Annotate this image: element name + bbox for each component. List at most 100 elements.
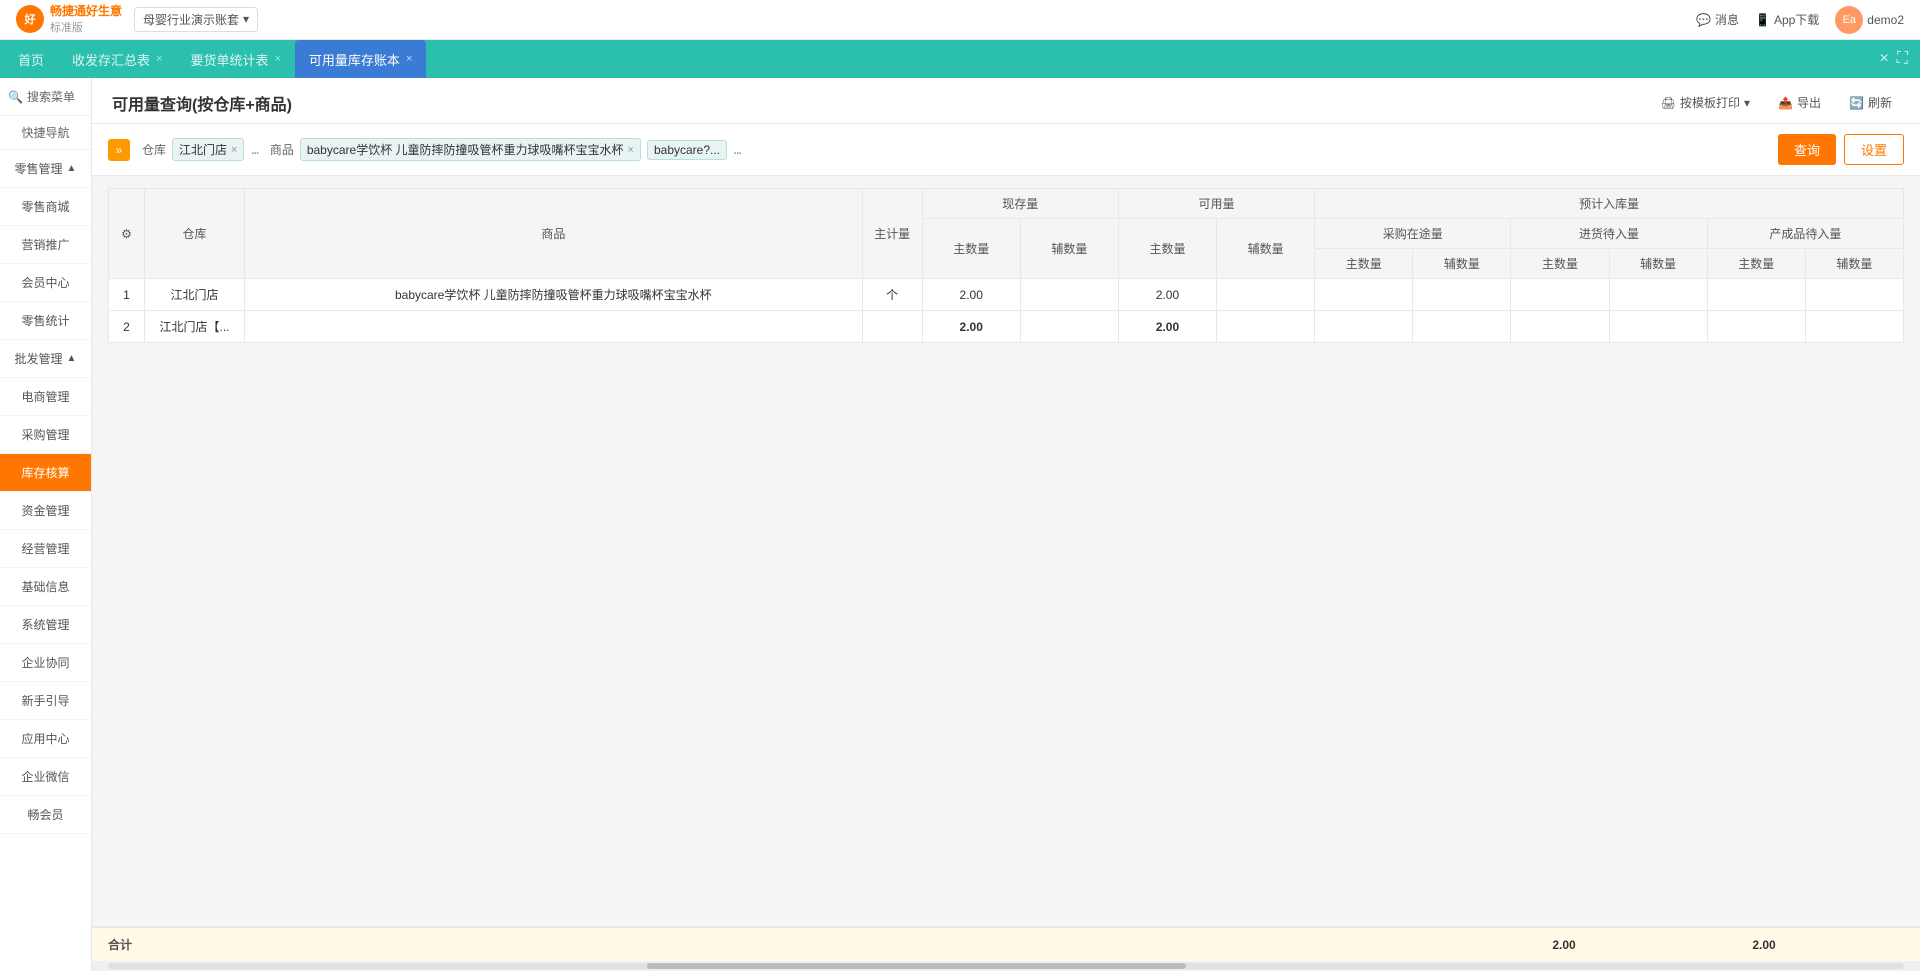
- col-available-main: 主数量: [1118, 219, 1216, 279]
- col-product-pending: 产成品待入量: [1707, 219, 1903, 249]
- sidebar-item-retail-stats[interactable]: 零售统计: [0, 302, 91, 340]
- top-bar-right: 💬 消息 📱 App下载 Ea demo2: [1696, 6, 1904, 34]
- col-inbound-pending-main: 主数量: [1511, 249, 1609, 279]
- sidebar-item-finance[interactable]: 资金管理: [0, 492, 91, 530]
- scrollbar-track[interactable]: [108, 963, 1904, 969]
- product-tag-1-remove[interactable]: ×: [628, 144, 634, 156]
- row-2-current-main: 2.00: [922, 311, 1020, 343]
- row-1-unit: 个: [862, 279, 922, 311]
- app-download-btn[interactable]: 📱 App下载: [1755, 11, 1819, 28]
- warehouse-tag-remove[interactable]: ×: [231, 144, 237, 156]
- sidebar-item-retail-mgmt[interactable]: 零售管理 ▲: [0, 150, 91, 188]
- product-tag-2[interactable]: babycare?...: [647, 140, 727, 160]
- sidebar-item-basic-label: 基础信息: [21, 578, 69, 595]
- sidebar-item-wholesale[interactable]: 批发管理 ▲: [0, 340, 91, 378]
- export-btn[interactable]: 📤 导出: [1770, 90, 1829, 115]
- col-purchase-transit-main: 主数量: [1315, 249, 1413, 279]
- sidebar-item-enterprise-collab[interactable]: 企业协同: [0, 644, 91, 682]
- query-btn[interactable]: 查询: [1778, 134, 1836, 165]
- export-icon: 📤: [1778, 96, 1793, 110]
- logo-sub: 标准版: [50, 19, 122, 35]
- message-icon: 💬: [1696, 13, 1711, 27]
- product-tag-1-text: babycare学饮杯 儿童防摔防撞吸管杯重力球吸嘴杯宝宝水杯: [307, 141, 624, 158]
- sidebar-item-member-plus[interactable]: 畅会员: [0, 796, 91, 834]
- user-area[interactable]: Ea demo2: [1835, 6, 1904, 34]
- warehouse-filter-group: 仓库 江北门店 × ...: [142, 138, 258, 161]
- sidebar-item-ecommerce[interactable]: 电商管理: [0, 378, 91, 416]
- tab-available-close[interactable]: ×: [406, 53, 412, 65]
- sidebar-item-newbie[interactable]: 新手引导: [0, 682, 91, 720]
- row-2-pt-main: [1315, 311, 1413, 343]
- tab-available-label: 可用量库存账本: [309, 50, 400, 69]
- export-label: 导出: [1797, 94, 1821, 111]
- content-area: 可用量查询(按仓库+商品) 🖨 按模板打印 ▾ 📤 导出 🔄 刷新 »: [92, 78, 1920, 971]
- sidebar-item-member-plus-label: 畅会员: [27, 806, 63, 823]
- top-bar: 好 畅捷通好生意 标准版 母婴行业演示账套 ▾ 💬 消息 📱 App下载 Ea …: [0, 0, 1920, 40]
- setting-btn[interactable]: 设置: [1844, 134, 1904, 165]
- template-print-btn[interactable]: 🖨 按模板打印 ▾: [1653, 90, 1758, 115]
- row-1-available-aux: [1217, 279, 1315, 311]
- sidebar-item-operation-label: 经营管理: [21, 540, 69, 557]
- close-all-tabs-btn[interactable]: ×: [1879, 50, 1888, 68]
- col-forecast-inbound: 预计入库量: [1315, 189, 1904, 219]
- sidebar-item-wechat[interactable]: 企业微信: [0, 758, 91, 796]
- tab-receive-summary[interactable]: 收发存汇总表 ×: [58, 40, 176, 78]
- sidebar-item-purchase[interactable]: 采购管理: [0, 416, 91, 454]
- sidebar-item-retail-mall[interactable]: 零售商城: [0, 188, 91, 226]
- message-btn[interactable]: 💬 消息: [1696, 11, 1739, 28]
- sidebar-item-app-center-label: 应用中心: [21, 730, 69, 747]
- sidebar-item-system[interactable]: 系统管理: [0, 606, 91, 644]
- sidebar-item-marketing[interactable]: 营销推广: [0, 226, 91, 264]
- row-2-warehouse: 江北门店【...: [145, 311, 245, 343]
- app-icon: 📱: [1755, 13, 1770, 27]
- refresh-btn[interactable]: 🔄 刷新: [1841, 90, 1900, 115]
- warehouse-filter-label: 仓库: [142, 141, 166, 158]
- col-current-aux: 辅数量: [1020, 219, 1118, 279]
- col-purchase-transit-aux: 辅数量: [1413, 249, 1511, 279]
- expand-icon[interactable]: ⛶: [1897, 50, 1908, 68]
- top-bar-left: 好 畅捷通好生意 标准版 母婴行业演示账套 ▾: [16, 4, 258, 34]
- warehouse-tag-text: 江北门店: [179, 141, 227, 158]
- sidebar-item-retail-stats-label: 零售统计: [21, 312, 69, 329]
- chevron-down-icon: ▾: [243, 12, 249, 26]
- tab-home[interactable]: 首页: [4, 40, 58, 78]
- sidebar-item-app-center[interactable]: 应用中心: [0, 720, 91, 758]
- tab-home-label: 首页: [18, 50, 44, 69]
- sidebar-item-operation[interactable]: 经营管理: [0, 530, 91, 568]
- sidebar-item-system-label: 系统管理: [21, 616, 69, 633]
- product-filter-group: 商品 babycare学饮杯 儿童防摔防撞吸管杯重力球吸嘴杯宝宝水杯 × bab…: [270, 138, 741, 161]
- footer-available-main: 2.00: [1704, 938, 1824, 952]
- table-header-row-1: ⚙ 仓库 商品 主计量 现存量 可用量 预计入库量: [109, 189, 1904, 219]
- row-1-pp-aux: [1805, 279, 1903, 311]
- data-table: ⚙ 仓库 商品 主计量 现存量 可用量 预计入库量 主数量 辅数量 主数量 辅数…: [108, 188, 1904, 343]
- row-1-pp-main: [1707, 279, 1805, 311]
- warehouse-filter-more[interactable]: ...: [250, 141, 257, 159]
- row-1-num: 1: [109, 279, 145, 311]
- product-tag-1[interactable]: babycare学饮杯 儿童防摔防撞吸管杯重力球吸嘴杯宝宝水杯 ×: [300, 138, 641, 161]
- sidebar-search[interactable]: 🔍 搜索菜单: [0, 78, 91, 116]
- table-container: ⚙ 仓库 商品 主计量 现存量 可用量 预计入库量 主数量 辅数量 主数量 辅数…: [92, 176, 1920, 926]
- sidebar-item-member[interactable]: 会员中心: [0, 264, 91, 302]
- tab-order-stats[interactable]: 要货单统计表 ×: [176, 40, 294, 78]
- sidebar-quick-nav[interactable]: 快捷导航: [0, 116, 91, 150]
- main-layout: 🔍 搜索菜单 快捷导航 零售管理 ▲ 零售商城 营销推广 会员中心 零售统计 批…: [0, 78, 1920, 971]
- product-filter-more[interactable]: ...: [733, 141, 740, 159]
- print-icon: 🖨: [1661, 96, 1676, 110]
- col-current-stock: 现存量: [922, 189, 1118, 219]
- scrollbar-area[interactable]: [92, 961, 1920, 971]
- row-2-ip-aux: [1609, 311, 1707, 343]
- sidebar-item-basic[interactable]: 基础信息: [0, 568, 91, 606]
- tab-available-stock[interactable]: 可用量库存账本 ×: [295, 40, 426, 78]
- sidebar-item-retail-mall-label: 零售商城: [21, 198, 69, 215]
- scrollbar-thumb[interactable]: [647, 963, 1186, 969]
- col-inbound-pending-aux: 辅数量: [1609, 249, 1707, 279]
- tab-order-close[interactable]: ×: [274, 53, 280, 65]
- industry-selector[interactable]: 母婴行业演示账套 ▾: [134, 7, 258, 32]
- sidebar-item-member-label: 会员中心: [21, 274, 69, 291]
- warehouse-tag[interactable]: 江北门店 ×: [172, 138, 244, 161]
- col-inbound-pending: 进货待入量: [1511, 219, 1707, 249]
- filter-toggle-btn[interactable]: »: [108, 139, 130, 161]
- tab-receive-close[interactable]: ×: [156, 53, 162, 65]
- logo-area: 好 畅捷通好生意 标准版: [16, 4, 122, 34]
- sidebar-item-inventory[interactable]: 库存核算: [0, 454, 91, 492]
